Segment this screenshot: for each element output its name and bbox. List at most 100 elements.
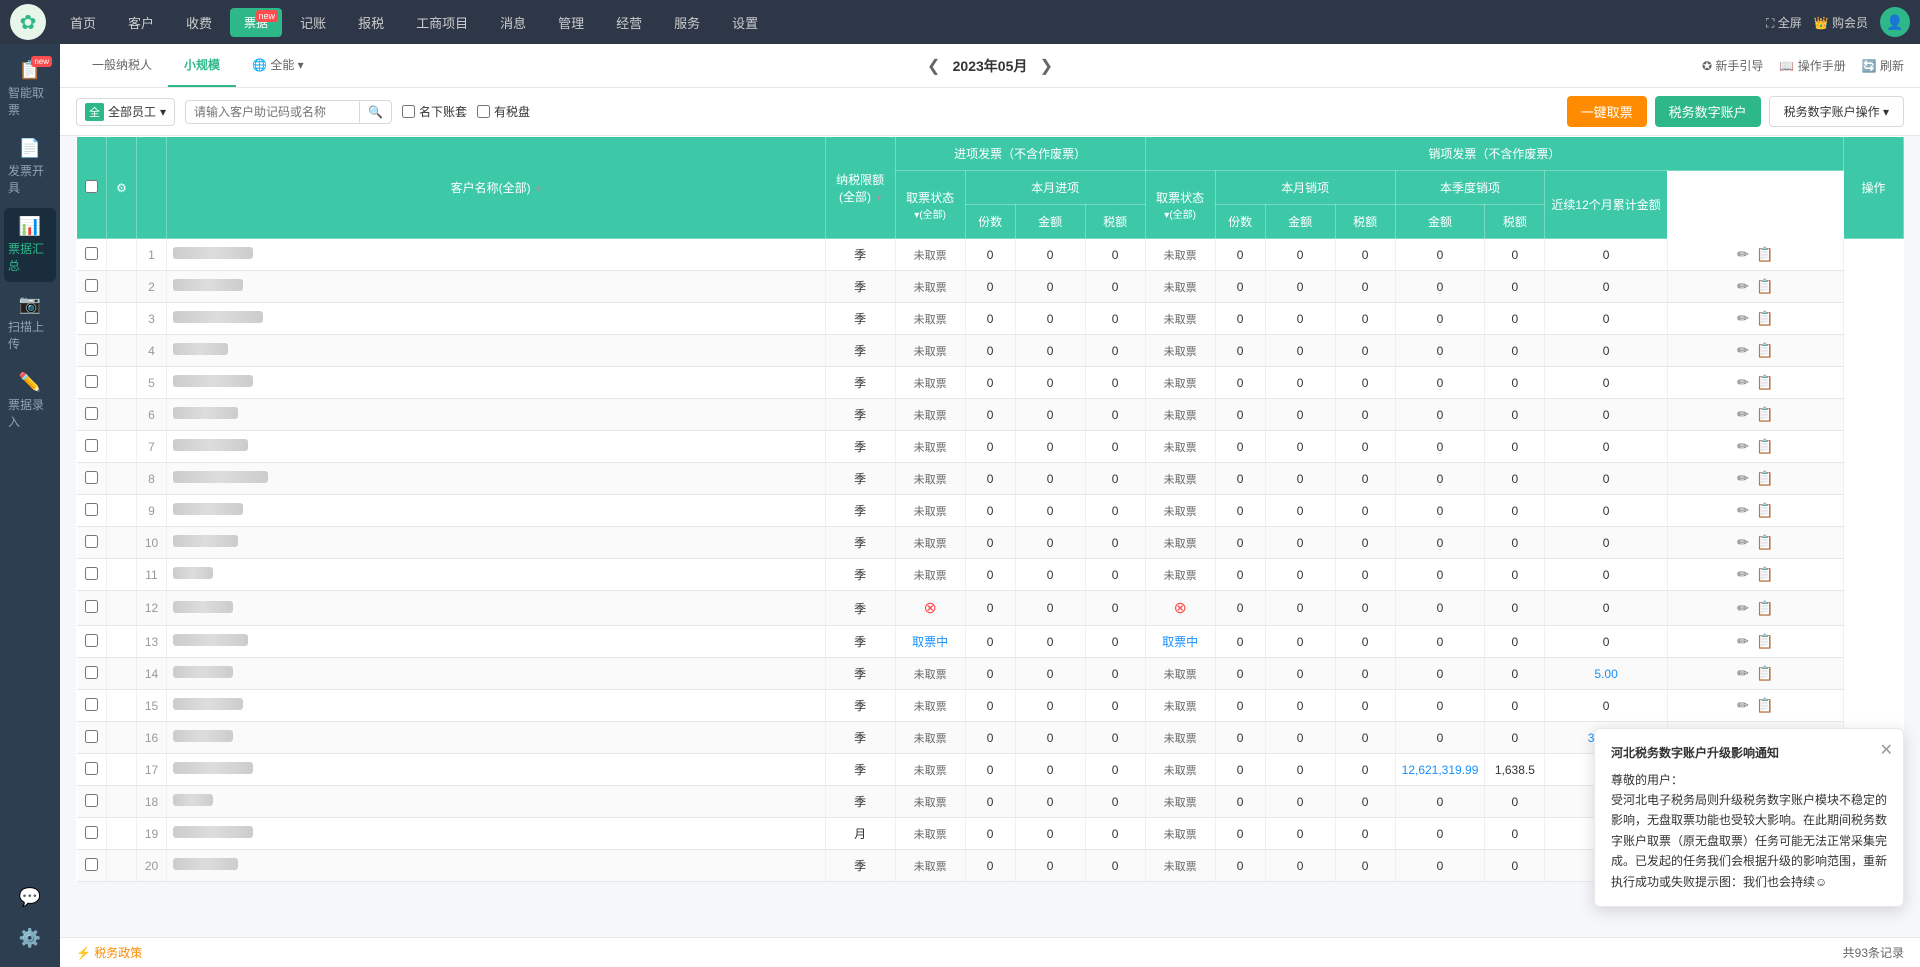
row-checkbox-cell[interactable] [77, 850, 107, 882]
row-checkbox-cell[interactable] [77, 239, 107, 271]
row-checkbox[interactable] [85, 407, 98, 420]
edit-icon[interactable]: ✏ [1737, 438, 1749, 454]
sidebar-item-smart-ticket[interactable]: 📋 智能取票 new [4, 52, 56, 126]
row-checkbox[interactable] [85, 762, 98, 775]
copy-icon[interactable]: 📋 [1756, 374, 1773, 390]
tax-digital-account-button[interactable]: 税务数字账户 [1655, 96, 1761, 127]
nav-business[interactable]: 工商项目 [402, 7, 482, 38]
sidebar-item-settings[interactable]: ⚙️ [4, 920, 56, 957]
col-client-header[interactable]: 客户名称(全部) ▾ [167, 137, 826, 239]
edit-icon[interactable]: ✏ [1737, 665, 1749, 681]
refresh-btn[interactable]: 🔄 刷新 [1862, 57, 1904, 74]
row-checkbox[interactable] [85, 343, 98, 356]
edit-icon[interactable]: ✏ [1737, 470, 1749, 486]
row-checkbox-cell[interactable] [77, 591, 107, 626]
row-checkbox[interactable] [85, 503, 98, 516]
copy-icon[interactable]: 📋 [1756, 502, 1773, 518]
row-checkbox-cell[interactable] [77, 559, 107, 591]
col-in-status-header[interactable]: 取票状态▾(全部) [895, 171, 965, 239]
row-checkbox-cell[interactable] [77, 754, 107, 786]
notification-close-button[interactable]: ✕ [1880, 737, 1893, 764]
copy-icon[interactable]: 📋 [1756, 310, 1773, 326]
prev-date-button[interactable]: ❮ [923, 55, 945, 77]
sidebar-item-invoice-open[interactable]: 📄 发票开具 [4, 130, 56, 204]
row-checkbox[interactable] [85, 311, 98, 324]
nav-message[interactable]: 消息 [486, 7, 540, 38]
row-checkbox[interactable] [85, 826, 98, 839]
checkbox-taxpad[interactable]: 有税盘 [477, 103, 530, 120]
col-quota-header[interactable]: 纳税限额(全部) ▾ [825, 137, 895, 239]
copy-icon[interactable]: 📋 [1756, 665, 1773, 681]
edit-icon[interactable]: ✏ [1737, 246, 1749, 262]
row-checkbox-cell[interactable] [77, 367, 107, 399]
nav-home[interactable]: 首页 [56, 7, 110, 38]
manual-link[interactable]: 📖 操作手册 [1779, 57, 1845, 74]
row-checkbox[interactable] [85, 375, 98, 388]
user-avatar[interactable]: 👤 [1880, 7, 1910, 37]
row-checkbox[interactable] [85, 247, 98, 260]
sidebar-item-scan[interactable]: 📷 扫描上传 [4, 286, 56, 360]
edit-icon[interactable]: ✏ [1737, 342, 1749, 358]
row-checkbox[interactable] [85, 600, 98, 613]
row-checkbox-cell[interactable] [77, 626, 107, 658]
row-checkbox[interactable] [85, 666, 98, 679]
row-checkbox-cell[interactable] [77, 303, 107, 335]
copy-icon[interactable]: 📋 [1756, 438, 1773, 454]
edit-icon[interactable]: ✏ [1737, 566, 1749, 582]
row-checkbox-cell[interactable] [77, 463, 107, 495]
search-button[interactable]: 🔍 [359, 100, 392, 124]
copy-icon[interactable]: 📋 [1756, 342, 1773, 358]
copy-icon[interactable]: 📋 [1756, 278, 1773, 294]
nav-fee[interactable]: 收费 [172, 7, 226, 38]
nav-client[interactable]: 客户 [114, 7, 168, 38]
guide-link[interactable]: ✪ 新手引导 [1702, 57, 1763, 74]
row-checkbox[interactable] [85, 439, 98, 452]
nav-service[interactable]: 服务 [660, 7, 714, 38]
row-checkbox-cell[interactable] [77, 399, 107, 431]
sidebar-item-message[interactable]: 💬 [4, 879, 56, 916]
edit-icon[interactable]: ✏ [1737, 310, 1749, 326]
sidebar-item-summary[interactable]: 📊 票据汇总 [4, 208, 56, 282]
nav-operation[interactable]: 经营 [602, 7, 656, 38]
tax-policy-link[interactable]: ⚡ 税务政策 [76, 944, 142, 961]
row-checkbox-cell[interactable] [77, 495, 107, 527]
copy-icon[interactable]: 📋 [1756, 406, 1773, 422]
next-date-button[interactable]: ❯ [1035, 55, 1057, 77]
edit-icon[interactable]: ✏ [1737, 600, 1749, 616]
consec12[interactable]: 5.00 [1594, 667, 1617, 681]
row-checkbox[interactable] [85, 471, 98, 484]
edit-icon[interactable]: ✏ [1737, 374, 1749, 390]
row-checkbox[interactable] [85, 567, 98, 580]
edit-icon[interactable]: ✏ [1737, 278, 1749, 294]
nav-management[interactable]: 管理 [544, 7, 598, 38]
col-settings-header[interactable]: ⚙ [107, 137, 137, 239]
row-checkbox[interactable] [85, 634, 98, 647]
row-checkbox-cell[interactable] [77, 818, 107, 850]
vip-btn[interactable]: 👑 购会员 [1814, 14, 1868, 31]
copy-icon[interactable]: 📋 [1756, 633, 1773, 649]
nav-accounting[interactable]: 记账 [286, 7, 340, 38]
nav-invoice[interactable]: 票据 new [230, 8, 282, 37]
edit-icon[interactable]: ✏ [1737, 534, 1749, 550]
edit-icon[interactable]: ✏ [1737, 633, 1749, 649]
row-checkbox-cell[interactable] [77, 431, 107, 463]
row-checkbox[interactable] [85, 794, 98, 807]
row-checkbox-cell[interactable] [77, 271, 107, 303]
copy-icon[interactable]: 📋 [1756, 697, 1773, 713]
row-checkbox[interactable] [85, 730, 98, 743]
row-checkbox-cell[interactable] [77, 527, 107, 559]
copy-icon[interactable]: 📋 [1756, 566, 1773, 582]
edit-icon[interactable]: ✏ [1737, 406, 1749, 422]
edit-icon[interactable]: ✏ [1737, 502, 1749, 518]
nav-settings[interactable]: 设置 [718, 7, 772, 38]
row-checkbox[interactable] [85, 698, 98, 711]
edit-icon[interactable]: ✏ [1737, 697, 1749, 713]
search-input[interactable] [185, 100, 365, 124]
copy-icon[interactable]: 📋 [1756, 600, 1773, 616]
season-amount[interactable]: 12,621,319.99 [1402, 763, 1479, 777]
one-click-ticket-button[interactable]: 一键取票 [1567, 96, 1647, 127]
employee-selector[interactable]: 全 全部员工 ▾ [76, 98, 175, 126]
tab-general-taxpayer[interactable]: 一般纳税人 [76, 44, 168, 87]
select-all-checkbox[interactable] [85, 180, 98, 193]
tab-small-scale[interactable]: 小规模 [168, 44, 236, 87]
